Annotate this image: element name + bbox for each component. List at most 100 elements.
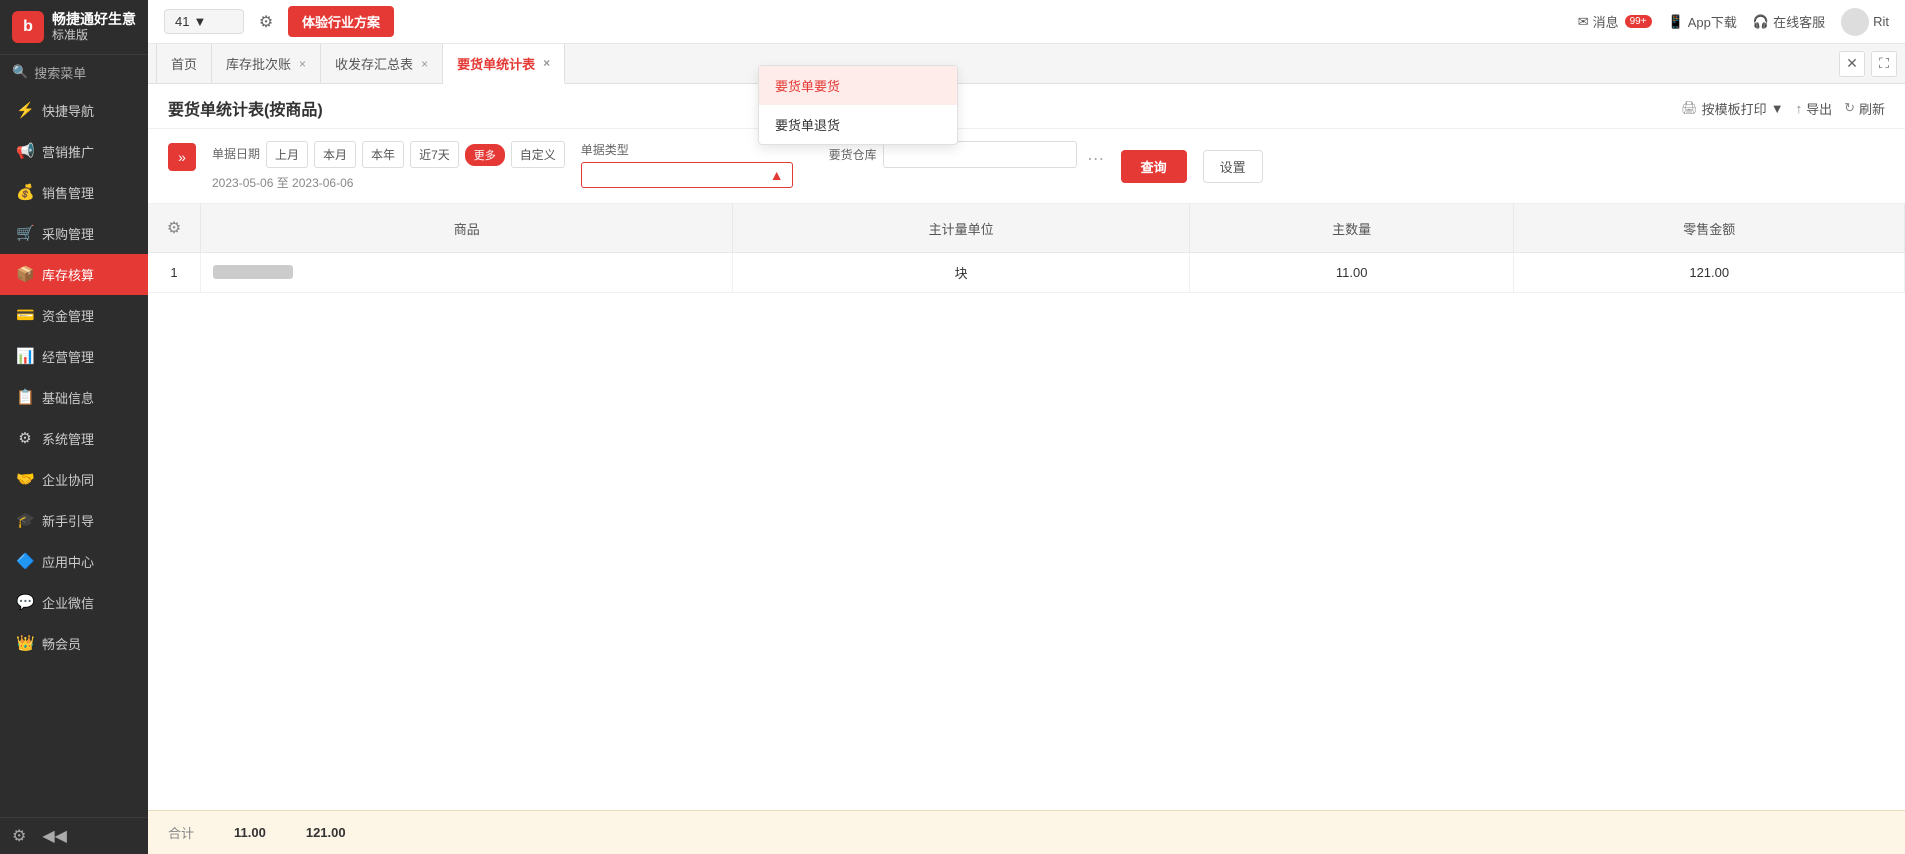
date-btn-last-month[interactable]: 上月 xyxy=(266,141,308,168)
export-icon: ↑ xyxy=(1796,101,1803,116)
warehouse-filter-input[interactable] xyxy=(883,141,1077,168)
collapse-icon[interactable]: ◀◀ xyxy=(42,826,67,846)
enterprise-icon: 🤝 xyxy=(16,470,34,488)
sidebar-item-purchase[interactable]: 🛒 采购管理 xyxy=(0,213,148,254)
appstore-icon: 🔷 xyxy=(16,552,34,570)
settings-bottom-icon[interactable]: ⚙ xyxy=(12,826,26,846)
user-menu[interactable]: Rit xyxy=(1841,8,1889,36)
footer-label: 合计 xyxy=(168,823,194,842)
tab-batch-account-close[interactable]: × xyxy=(299,57,306,71)
tab-expand-btn[interactable]: ⛶ xyxy=(1871,51,1897,77)
tab-batch-account[interactable]: 库存批次账 × xyxy=(212,44,321,84)
warehouse-filter-group: 要货仓库 … xyxy=(829,141,1105,168)
tab-receipt-summary-label: 收发存汇总表 xyxy=(335,54,413,73)
product-cell xyxy=(201,253,733,293)
nav-item-label: 基础信息 xyxy=(42,388,94,407)
sidebar-item-inventory[interactable]: 📦 库存核算 xyxy=(0,254,148,295)
nav-item-label: 畅会员 xyxy=(42,634,81,653)
date-filter-group: 单据日期 上月 本月 本年 近7天 更多 自定义 2023-05-06 至 20… xyxy=(212,141,565,191)
table-row: 1 块 11.00 121.00 xyxy=(148,253,1905,293)
tab-receipt-summary[interactable]: 收发存汇总表 × xyxy=(321,44,443,84)
print-btn[interactable]: 🖨 按模板打印 ▼ xyxy=(1681,99,1783,118)
page-header: 要货单统计表(按商品) 🖨 按模板打印 ▼ ↑ 导出 ↻ 刷新 xyxy=(148,84,1905,129)
warehouse-filter-label: 要货仓库 xyxy=(829,146,877,163)
tab-close-all-btn[interactable]: ✕ xyxy=(1839,51,1865,77)
filter-more-btn[interactable]: … xyxy=(1087,144,1105,165)
tab-batch-account-label: 库存批次账 xyxy=(226,54,291,73)
basic-icon: 📋 xyxy=(16,388,34,406)
col-quantity-header: 主数量 xyxy=(1189,204,1514,253)
sidebar-item-marketing[interactable]: 📢 营销推广 xyxy=(0,131,148,172)
sidebar-item-appstore[interactable]: 🔷 应用中心 xyxy=(0,541,148,582)
date-range: 2023-05-06 至 2023-06-06 xyxy=(212,174,565,191)
date-btn-this-year[interactable]: 本年 xyxy=(362,141,404,168)
settings-icon: ⚙ xyxy=(259,12,273,32)
nav-item-label: 销售管理 xyxy=(42,183,94,202)
sidebar-item-sales[interactable]: 💰 销售管理 xyxy=(0,172,148,213)
nav-item-label: 快捷导航 xyxy=(42,101,94,120)
refresh-label: 刷新 xyxy=(1859,99,1885,118)
sidebar-nav: ⚡ 快捷导航 📢 营销推广 💰 销售管理 🛒 采购管理 📦 库存核算 💳 资金管… xyxy=(0,90,148,817)
sidebar-bottom: ⚙ ◀◀ xyxy=(0,817,148,854)
nav-item-label: 企业微信 xyxy=(42,593,94,612)
col-settings-btn[interactable]: ⚙ xyxy=(160,214,188,242)
date-options-row: 单据日期 上月 本月 本年 近7天 更多 自定义 xyxy=(212,141,565,168)
type-chevron-up-icon[interactable]: ▲ xyxy=(770,167,784,183)
online-service-btn[interactable]: 🎧 在线客服 xyxy=(1753,12,1825,31)
sidebar-item-wechat[interactable]: 💬 企业微信 xyxy=(0,582,148,623)
sidebar-item-finance[interactable]: 💳 资金管理 xyxy=(0,295,148,336)
export-btn[interactable]: ↑ 导出 xyxy=(1796,99,1833,118)
type-filter-input[interactable] xyxy=(590,168,766,183)
query-btn[interactable]: 查询 xyxy=(1121,150,1187,183)
sidebar-search[interactable]: 🔍 搜索菜单 xyxy=(0,55,148,90)
sidebar-item-quick-nav[interactable]: ⚡ 快捷导航 xyxy=(0,90,148,131)
type-filter-group: 单据类型 ▲ xyxy=(581,141,793,188)
tab-receipt-summary-close[interactable]: × xyxy=(421,57,428,71)
store-name: 41 xyxy=(175,14,189,29)
finance-icon: 💳 xyxy=(16,306,34,324)
sidebar-item-operation[interactable]: 📊 经营管理 xyxy=(0,336,148,377)
settings-filter-btn[interactable]: 设置 xyxy=(1203,150,1263,183)
date-btn-this-month[interactable]: 本月 xyxy=(314,141,356,168)
industry-btn[interactable]: 体验行业方案 xyxy=(288,6,394,37)
refresh-btn[interactable]: ↻ 刷新 xyxy=(1844,99,1885,118)
sidebar-item-enterprise[interactable]: 🤝 企业协同 xyxy=(0,459,148,500)
brand-subtitle: 标准版 xyxy=(52,28,136,44)
dropdown-item-order[interactable]: 要货单要货 xyxy=(759,84,957,105)
nav-item-label: 应用中心 xyxy=(42,552,94,571)
expand-filter-btn[interactable]: » xyxy=(168,143,196,171)
app-download-btn[interactable]: 📱 App下载 xyxy=(1668,12,1737,31)
unit-cell: 块 xyxy=(733,253,1189,293)
phone-icon: 📱 xyxy=(1668,14,1684,30)
tabs-bar: 首页 库存批次账 × 收发存汇总表 × 要货单统计表 × ✕ ⛶ xyxy=(148,44,1905,84)
type-filter-input-row[interactable]: ▲ xyxy=(581,162,793,188)
sidebar-item-system[interactable]: ⚙ 系统管理 xyxy=(0,418,148,459)
table-area: ⚙ 商品 主计量单位 主数量 零售金额 1 xyxy=(148,204,1905,810)
tab-requisition-stats[interactable]: 要货单统计表 × xyxy=(443,44,565,84)
sidebar-item-guide[interactable]: 🎓 新手引导 xyxy=(0,500,148,541)
tab-home-label: 首页 xyxy=(171,54,197,73)
nav-item-label: 企业协同 xyxy=(42,470,94,489)
sidebar-item-member[interactable]: 👑 畅会员 xyxy=(0,623,148,664)
topbar-settings-btn[interactable]: ⚙ xyxy=(252,8,280,36)
purchase-icon: 🛒 xyxy=(16,224,34,242)
tab-home[interactable]: 首页 xyxy=(156,44,212,84)
sidebar-item-basic[interactable]: 📋 基础信息 xyxy=(0,377,148,418)
nav-item-label: 系统管理 xyxy=(42,429,94,448)
dropdown-item-return[interactable]: 要货单退货 xyxy=(759,105,957,144)
member-icon: 👑 xyxy=(16,634,34,652)
messages-btn[interactable]: ✉ 消息 99+ xyxy=(1578,12,1652,31)
app-logo: b 畅捷通好生意 标准版 xyxy=(0,0,148,55)
col-settings: ⚙ xyxy=(148,204,201,253)
app-download-label: App下载 xyxy=(1688,12,1737,31)
tab-requisition-stats-close[interactable]: × xyxy=(543,56,550,70)
filter-bar: » 单据日期 上月 本月 本年 近7天 更多 自定义 2023-05-06 至 … xyxy=(148,129,1905,204)
data-table: ⚙ 商品 主计量单位 主数量 零售金额 1 xyxy=(148,204,1905,293)
date-btn-7days[interactable]: 近7天 xyxy=(410,141,459,168)
date-btn-custom[interactable]: 自定义 xyxy=(511,141,565,168)
footer-quantity: 11.00 xyxy=(234,825,266,840)
store-selector[interactable]: 41 ▼ xyxy=(164,9,244,34)
date-btn-more[interactable]: 更多 xyxy=(465,144,505,166)
system-icon: ⚙ xyxy=(16,429,34,447)
headset-icon: 🎧 xyxy=(1753,14,1769,30)
